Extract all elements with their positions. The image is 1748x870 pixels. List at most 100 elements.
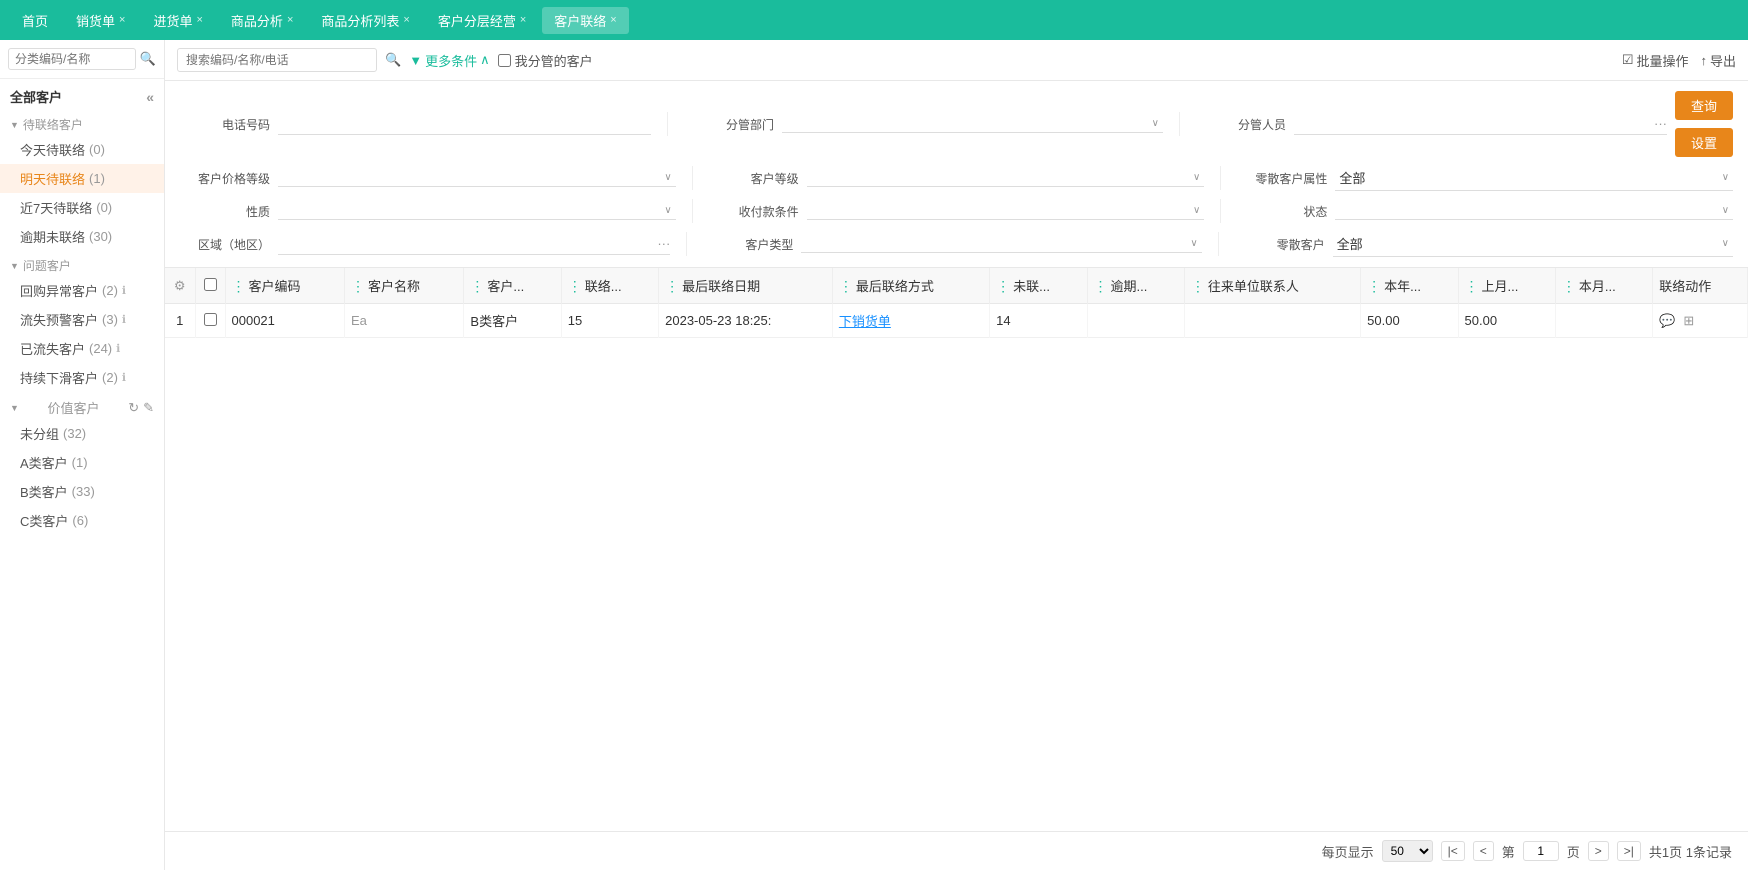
page-number-input[interactable] <box>1523 841 1559 861</box>
filter-nature-select[interactable]: ∨ <box>278 202 676 220</box>
chevron-down-icon: ∨ <box>664 205 671 216</box>
col-this-year[interactable]: 本年... <box>1361 268 1458 304</box>
chat-icon[interactable]: 💬 <box>1659 313 1675 329</box>
search-input[interactable] <box>177 48 377 72</box>
info-icon: ℹ <box>116 342 120 355</box>
sidebar-item-churned[interactable]: 已流失客户(24)ℹ <box>0 334 164 363</box>
nav-purchase-order[interactable]: 进货单 × <box>141 7 214 34</box>
col-customer-type[interactable]: 客户... <box>464 268 561 304</box>
filter-retail-customer-select[interactable]: 全部 ∨ <box>1333 231 1733 257</box>
row-seq: 1 <box>165 304 195 338</box>
chevron-up-icon: ∧ <box>480 52 490 68</box>
sidebar-item-class-c[interactable]: C类客户(6) <box>0 506 164 535</box>
select-all-checkbox[interactable] <box>204 278 217 291</box>
col-unit-contact[interactable]: 往来单位联系人 <box>1184 268 1360 304</box>
query-button[interactable]: 查询 <box>1675 91 1733 120</box>
row-checkbox <box>195 304 225 338</box>
col-this-month[interactable]: 本月... <box>1555 268 1652 304</box>
col-customer-code[interactable]: 客户编码 <box>225 268 344 304</box>
table-footer: 每页显示 50 100 200 |< < 第 页 > >| 共1页 1条记录 <box>165 831 1748 870</box>
col-checkbox <box>195 268 225 304</box>
col-customer-name[interactable]: 客户名称 <box>344 268 463 304</box>
table-row: 1 000021 Ea B类客户 15 2023-05-23 18:25: 下销… <box>165 304 1748 338</box>
close-icon[interactable]: × <box>196 14 202 26</box>
filter-phone-label: 电话号码 <box>180 116 270 133</box>
filter-customer-type-select[interactable]: ∨ <box>801 235 1201 253</box>
col-overdue[interactable]: 逾期... <box>1087 268 1184 304</box>
filter-status-select[interactable]: ∨ <box>1335 202 1733 220</box>
filter-row-3: 性质 ∨ 收付款条件 ∨ 状态 ∨ <box>180 199 1733 223</box>
sidebar-item-churn-warning[interactable]: 流失预警客户(3)ℹ <box>0 305 164 334</box>
close-icon[interactable]: × <box>610 14 616 26</box>
next-page-button[interactable]: > <box>1588 841 1609 861</box>
filter-panel: 电话号码 分管部门 ∨ 分管人员 ··· 查询 设置 <box>165 81 1748 268</box>
sidebar-item-7days[interactable]: 近7天待联络(0) <box>0 193 164 222</box>
sidebar-search-input[interactable] <box>8 48 136 70</box>
filter-phone-input[interactable] <box>278 114 651 135</box>
filter-region-label: 区域（地区） <box>180 236 270 253</box>
close-icon[interactable]: × <box>119 14 125 26</box>
sidebar-item-repurchase-abnormal[interactable]: 回购异常客户(2)ℹ <box>0 276 164 305</box>
first-page-button[interactable]: |< <box>1441 841 1465 861</box>
filter-customer-level-select[interactable]: ∨ <box>807 169 1205 187</box>
chevron-down-icon: ∨ <box>1152 118 1159 129</box>
filter-dept-select[interactable]: ∨ <box>782 115 1163 133</box>
filter-region-dots[interactable]: ··· <box>278 233 670 255</box>
sidebar-all-customers[interactable]: 全部客户 « <box>0 79 164 110</box>
sidebar-item-ungrouped[interactable]: 未分组(32) <box>0 419 164 448</box>
filter-icon: ▼ <box>409 53 422 68</box>
nav-customer-contact[interactable]: 客户联络 × <box>542 7 628 34</box>
col-last-contact-date[interactable]: 最后联络日期 <box>659 268 833 304</box>
nav-sales-order[interactable]: 销货单 × <box>64 7 137 34</box>
nav-home[interactable]: 首页 <box>10 7 60 34</box>
settings-button[interactable]: 设置 <box>1675 128 1733 157</box>
row-select-checkbox[interactable] <box>204 313 217 326</box>
gear-icon[interactable]: ⚙ <box>174 278 186 293</box>
qr-icon[interactable]: ⊞ <box>1683 313 1694 329</box>
more-filter-button[interactable]: ▼ 更多条件 ∧ <box>409 51 489 70</box>
col-last-month[interactable]: 上月... <box>1458 268 1555 304</box>
sidebar: 🔍 全部客户 « 待联络客户 今天待联络(0) 明天待联络(1) 近7天待联络(… <box>0 40 165 870</box>
batch-icon: ☑ <box>1622 52 1634 68</box>
close-icon[interactable]: × <box>403 14 409 26</box>
my-customer-checkbox-label[interactable]: 我分管的客户 <box>498 51 593 70</box>
my-customer-checkbox[interactable] <box>498 54 511 67</box>
sidebar-item-tomorrow[interactable]: 明天待联络(1) <box>0 164 164 193</box>
filter-price-level-select[interactable]: ∨ <box>278 169 676 187</box>
sidebar-item-today[interactable]: 今天待联络(0) <box>0 135 164 164</box>
page-size-select[interactable]: 50 100 200 <box>1382 840 1433 862</box>
chevron-down-icon: ∨ <box>1193 205 1200 216</box>
sidebar-item-class-b[interactable]: B类客户(33) <box>0 477 164 506</box>
batch-operation-button[interactable]: ☑ 批量操作 <box>1622 51 1689 70</box>
sidebar-search-icon[interactable]: 🔍 <box>140 51 156 67</box>
last-page-button[interactable]: >| <box>1617 841 1641 861</box>
col-last-contact-method[interactable]: 最后联络方式 <box>832 268 989 304</box>
collapse-icon[interactable]: « <box>146 89 154 105</box>
close-icon[interactable]: × <box>520 14 526 26</box>
prev-page-button[interactable]: < <box>1473 841 1494 861</box>
refresh-icon[interactable]: ↻ <box>128 400 139 416</box>
data-table-area: ⚙ 客户编码 客户名称 客户... 联络... 最后联络日期 最后联络方式 未联… <box>165 268 1748 831</box>
row-actions: 💬 ⊞ <box>1653 304 1748 338</box>
filter-row-1: 电话号码 分管部门 ∨ 分管人员 ··· 查询 设置 <box>180 91 1733 157</box>
row-overdue <box>1087 304 1184 338</box>
sidebar-item-declining[interactable]: 持续下滑客户(2)ℹ <box>0 363 164 392</box>
filter-price-level-label: 客户价格等级 <box>180 170 270 187</box>
filter-person-dots[interactable]: ··· <box>1294 113 1667 135</box>
close-icon[interactable]: × <box>287 14 293 26</box>
filter-row-4: 区域（地区） ··· 客户类型 ∨ 零散客户 全部 ∨ <box>180 231 1733 257</box>
filter-payment-select[interactable]: ∨ <box>807 202 1205 220</box>
nav-customer-tiering[interactable]: 客户分层经营 × <box>426 7 538 34</box>
nav-product-analysis-list[interactable]: 商品分析列表 × <box>309 7 421 34</box>
filter-retail-attr-select[interactable]: 全部 ∨ <box>1335 165 1733 191</box>
sidebar-item-class-a[interactable]: A类客户(1) <box>0 448 164 477</box>
edit-icon[interactable]: ✎ <box>143 400 154 416</box>
search-icon[interactable]: 🔍 <box>385 52 401 68</box>
sidebar-item-overdue[interactable]: 逾期未联络(30) <box>0 222 164 251</box>
filter-dept-label: 分管部门 <box>684 116 774 133</box>
export-button[interactable]: ↑ 导出 <box>1700 51 1736 70</box>
nav-product-analysis[interactable]: 商品分析 × <box>219 7 305 34</box>
col-not-contacted[interactable]: 未联... <box>990 268 1087 304</box>
last-contact-method-link[interactable]: 下销货单 <box>839 314 891 329</box>
col-contact-count[interactable]: 联络... <box>561 268 658 304</box>
